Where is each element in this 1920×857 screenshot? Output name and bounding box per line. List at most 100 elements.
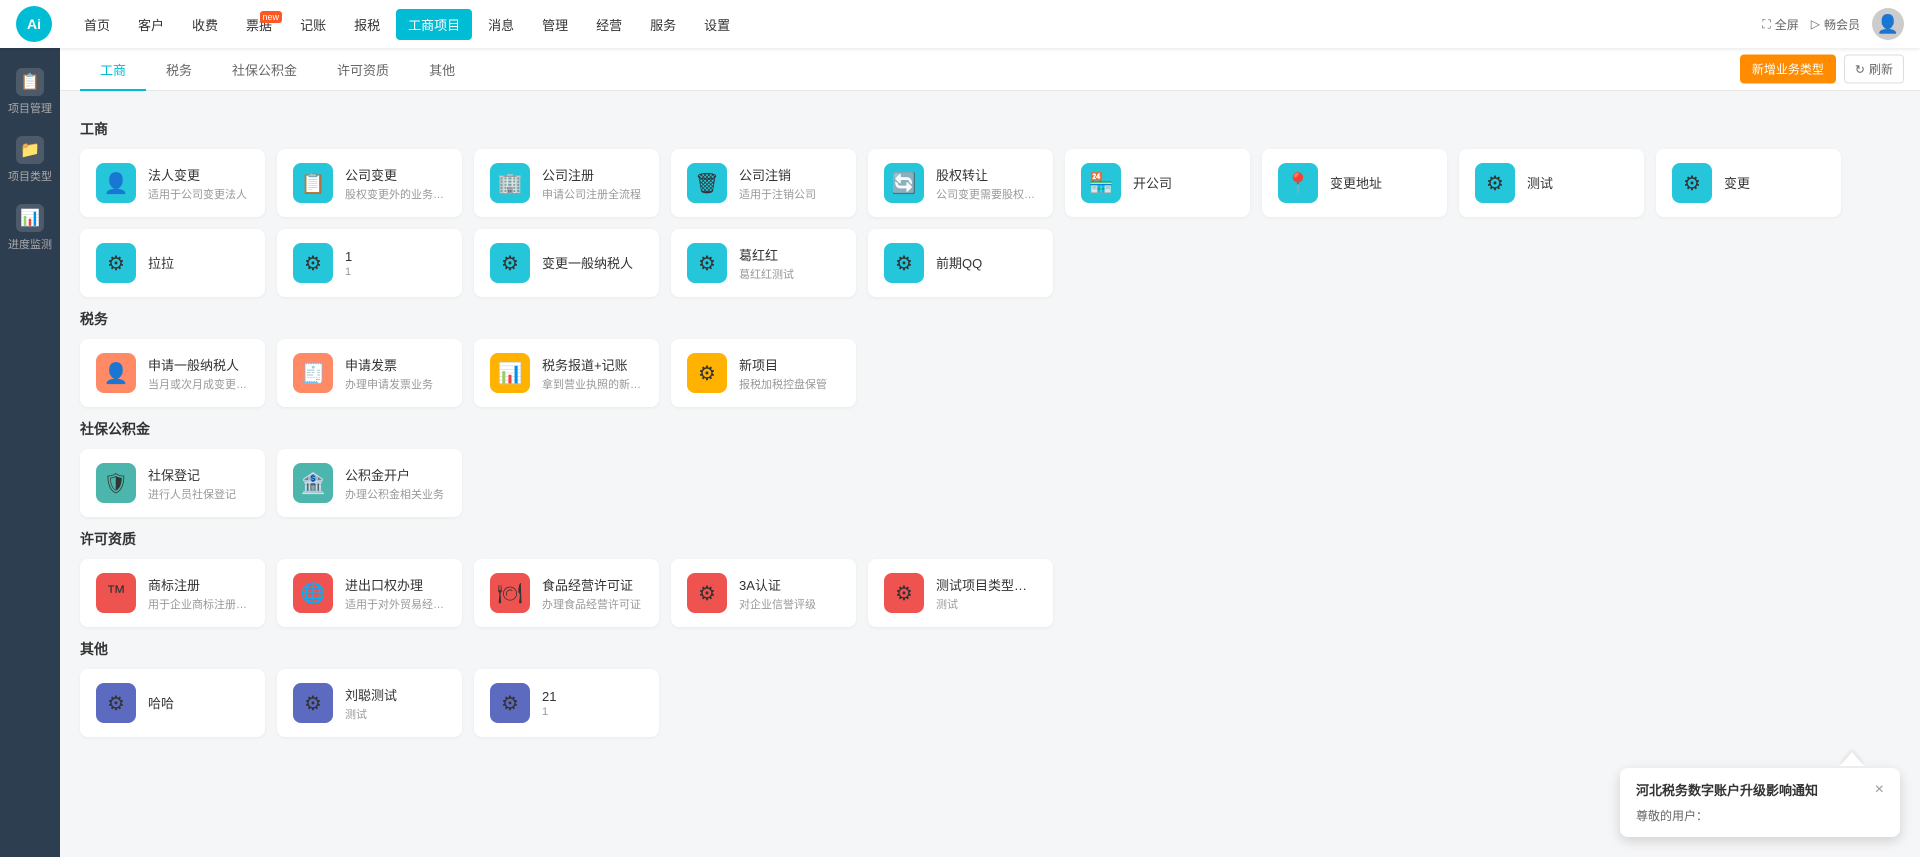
card-name: 开公司 xyxy=(1133,173,1234,192)
card-icon-拉拉: ⚙ xyxy=(96,243,136,283)
card-icon-变更: ⚙ xyxy=(1672,163,1712,203)
card-name: 税务报道+记账 xyxy=(542,355,643,374)
nav-client[interactable]: 客户 xyxy=(126,9,176,40)
card-icon-变更一般纳税人: ⚙ xyxy=(490,243,530,283)
card-公司注销[interactable]: 🗑 公司注销 适用于注销公司 xyxy=(671,149,856,217)
nav-fee[interactable]: 收费 xyxy=(180,9,230,40)
card-进出口权办理[interactable]: 🌐 进出口权办理 适用于对外贸易经营者 xyxy=(277,559,462,627)
card-icon-食品经营许可证: 🍽 xyxy=(490,573,530,613)
card-公司注册[interactable]: 🏢 公司注册 申请公司注册全流程 xyxy=(474,149,659,217)
card-icon-公司变更: 📋 xyxy=(293,163,333,203)
card-拉拉[interactable]: ⚙ 拉拉 xyxy=(80,229,265,297)
popup-triangle xyxy=(1840,752,1864,766)
card-社保登记[interactable]: 🛡 社保登记 进行人员社保登记 xyxy=(80,449,265,517)
nav-service[interactable]: 服务 xyxy=(638,9,688,40)
member-btn[interactable]: ▷ 畅会员 xyxy=(1811,16,1860,33)
nav-items: 首页 客户 收费 票据 new 记账 报税 工商项目 消息 管理 经营 服务 设… xyxy=(72,9,1762,40)
card-变更[interactable]: ⚙ 变更 xyxy=(1656,149,1841,217)
card-法人变更[interactable]: 👤 法人变更 适用于公司变更法人 xyxy=(80,149,265,217)
card-icon-公司注册: 🏢 xyxy=(490,163,530,203)
nav-tax[interactable]: 报税 xyxy=(342,9,392,40)
section-title-shuiwu: 税务 xyxy=(80,309,1900,329)
card-desc: 葛红红测试 xyxy=(739,266,840,282)
tab-qita[interactable]: 其他 xyxy=(409,48,475,91)
notification-close[interactable]: × xyxy=(1875,781,1884,799)
card-name: 法人变更 xyxy=(148,165,249,184)
tab-right-buttons: 新增业务类型 ↻ 刷新 xyxy=(1740,55,1904,84)
card-公司变更[interactable]: 📋 公司变更 股权变更外的业务变更 xyxy=(277,149,462,217)
card-公积金开户[interactable]: 🏦 公积金开户 办理公积金相关业务 xyxy=(277,449,462,517)
tab-shuiwu[interactable]: 税务 xyxy=(146,48,212,91)
nav-bizproject[interactable]: 工商项目 xyxy=(396,9,472,40)
card-股权转让[interactable]: 🔄 股权转让 公司变更需要股权转让 xyxy=(868,149,1053,217)
card-name: 公司注册 xyxy=(542,165,643,184)
card-icon-1: ⚙ xyxy=(293,243,333,283)
notification-body: 尊敬的用户： xyxy=(1636,807,1884,825)
card-desc: 进行人员社保登记 xyxy=(148,486,249,502)
card-申请发票[interactable]: 🧾 申请发票 办理申请发票业务 xyxy=(277,339,462,407)
card-申请一般纳税人[interactable]: 👤 申请一般纳税人 当月或次月成变更完成 xyxy=(80,339,265,407)
card-21[interactable]: ⚙ 21 1 xyxy=(474,669,659,737)
card-icon-新项目: ⚙ xyxy=(687,353,727,393)
nav-operation[interactable]: 经营 xyxy=(584,9,634,40)
sidebar-item-project-type[interactable]: 📁 项目类型 xyxy=(0,126,60,194)
card-新项目[interactable]: ⚙ 新项目 报税加税控盘保管 xyxy=(671,339,856,407)
card-icon-刘聪测试: ⚙ xyxy=(293,683,333,723)
card-name: 股权转让 xyxy=(936,165,1037,184)
nav-settings[interactable]: 设置 xyxy=(692,9,742,40)
card-desc: 办理食品经营许可证 xyxy=(542,596,643,612)
card-葛红红[interactable]: ⚙ 葛红红 葛红红测试 xyxy=(671,229,856,297)
card-desc: 当月或次月成变更完成 xyxy=(148,376,249,392)
card-name: 申请一般纳税人 xyxy=(148,355,249,374)
card-icon-公积金开户: 🏦 xyxy=(293,463,333,503)
cards-grid-xuke: ™ 商标注册 用于企业商标注册服务 🌐 进出口权办理 适用于对外贸易经营者 🍽 … xyxy=(80,559,1900,627)
card-icon-测试: ⚙ xyxy=(1475,163,1515,203)
card-开公司[interactable]: 🏪 开公司 xyxy=(1065,149,1250,217)
card-icon-3A认证: ⚙ xyxy=(687,573,727,613)
card-1[interactable]: ⚙ 1 1 xyxy=(277,229,462,297)
card-刘聪测试[interactable]: ⚙ 刘聪测试 测试 xyxy=(277,669,462,737)
card-name: 进出口权办理 xyxy=(345,575,446,594)
card-食品经营许可证[interactable]: 🍽 食品经营许可证 办理食品经营许可证 xyxy=(474,559,659,627)
fullscreen-btn[interactable]: ⛶ 全屏 xyxy=(1762,16,1798,33)
avatar[interactable]: 👤 xyxy=(1872,8,1904,40)
card-变更一般纳税人[interactable]: ⚙ 变更一般纳税人 xyxy=(474,229,659,297)
card-name: 刘聪测试 xyxy=(345,685,446,704)
nav-bookkeeping[interactable]: 记账 xyxy=(288,9,338,40)
tab-shebao[interactable]: 社保公积金 xyxy=(212,48,317,91)
section-title-qita: 其他 xyxy=(80,639,1900,659)
card-测试项目类型目定义[interactable]: ⚙ 测试项目类型目定义 测试 xyxy=(868,559,1053,627)
card-desc: 测试 xyxy=(936,596,1037,612)
refresh-button[interactable]: ↻ 刷新 xyxy=(1844,55,1904,84)
top-nav: Ai 首页 客户 收费 票据 new 记账 报税 工商项目 消息 管理 经营 服… xyxy=(0,0,1920,48)
card-desc: 适用于对外贸易经营者 xyxy=(345,596,446,612)
card-变更地址[interactable]: 📍 变更地址 xyxy=(1262,149,1447,217)
card-icon-前期QQ: ⚙ xyxy=(884,243,924,283)
progress-icon: 📊 xyxy=(16,204,44,232)
card-icon-葛红红: ⚙ xyxy=(687,243,727,283)
card-3A认证[interactable]: ⚙ 3A认证 对企业信誉评级 xyxy=(671,559,856,627)
card-name: 公司注销 xyxy=(739,165,840,184)
nav-message[interactable]: 消息 xyxy=(476,9,526,40)
tab-xuke[interactable]: 许可资质 xyxy=(317,48,409,91)
card-前期QQ[interactable]: ⚙ 前期QQ xyxy=(868,229,1053,297)
card-name: 商标注册 xyxy=(148,575,249,594)
cards-grid-gongshang: 👤 法人变更 适用于公司变更法人 📋 公司变更 股权变更外的业务变更 🏢 公司注… xyxy=(80,149,1900,297)
card-税务报道记账[interactable]: 📊 税务报道+记账 拿到营业执照的新公司 xyxy=(474,339,659,407)
nav-home[interactable]: 首页 xyxy=(72,9,122,40)
nav-invoice[interactable]: 票据 new xyxy=(234,9,284,40)
card-name: 3A认证 xyxy=(739,575,840,594)
card-商标注册[interactable]: ™ 商标注册 用于企业商标注册服务 xyxy=(80,559,265,627)
nav-manage[interactable]: 管理 xyxy=(530,9,580,40)
new-type-button[interactable]: 新增业务类型 xyxy=(1740,55,1836,84)
cards-grid-shebao: 🛡 社保登记 进行人员社保登记 🏦 公积金开户 办理公积金相关业务 xyxy=(80,449,1900,517)
card-desc: 拿到营业执照的新公司 xyxy=(542,376,643,392)
card-desc: 对企业信誉评级 xyxy=(739,596,840,612)
sidebar-item-progress[interactable]: 📊 进度监测 xyxy=(0,194,60,262)
sidebar-item-project-manage[interactable]: 📋 项目管理 xyxy=(0,58,60,126)
card-desc: 适用于注销公司 xyxy=(739,186,840,202)
card-哈哈[interactable]: ⚙ 哈哈 xyxy=(80,669,265,737)
tab-gongshang[interactable]: 工商 xyxy=(80,48,146,91)
card-测试[interactable]: ⚙ 测试 xyxy=(1459,149,1644,217)
notification-popup: 河北税务数字账户升级影响通知 × 尊敬的用户： xyxy=(1620,768,1900,837)
